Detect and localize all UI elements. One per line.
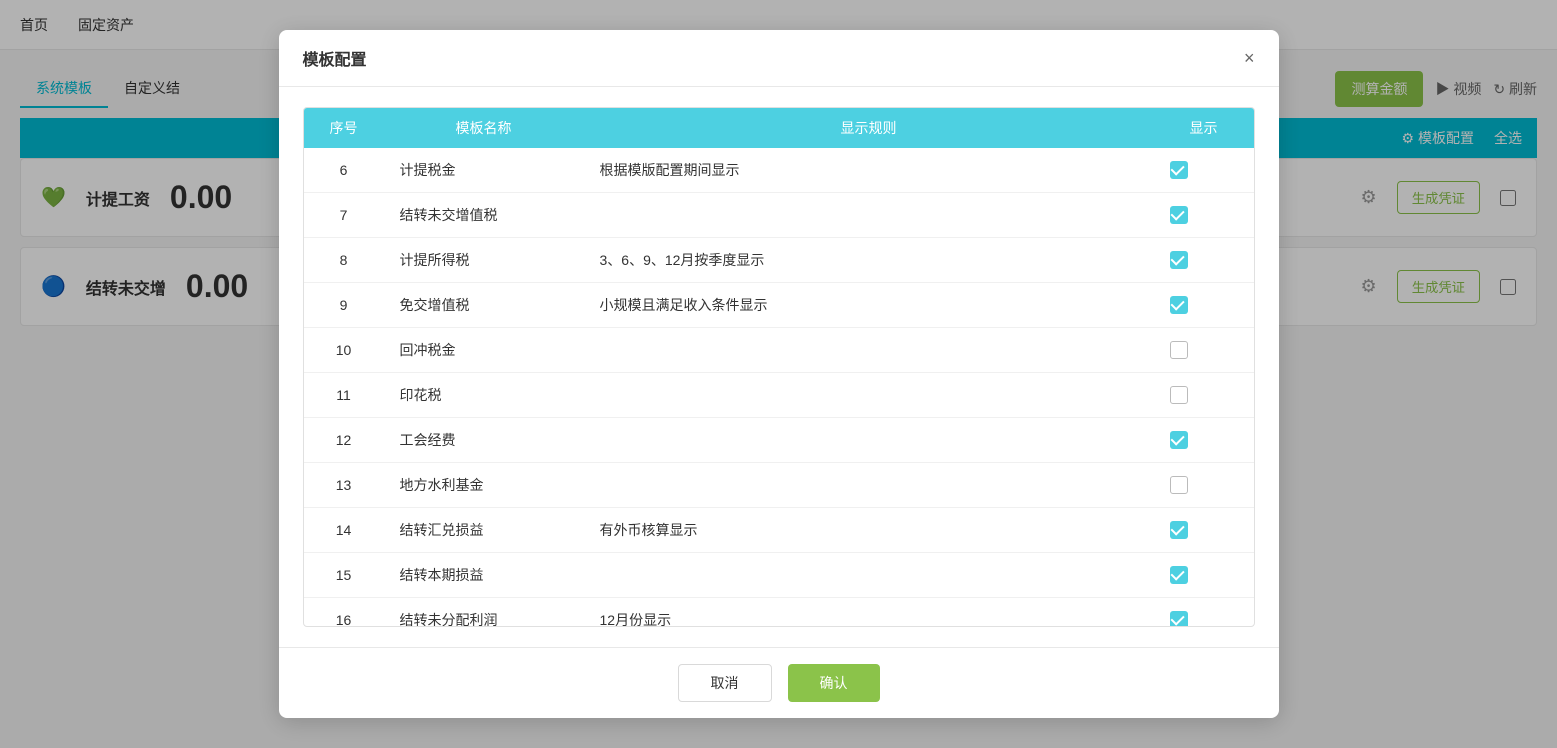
- cell-seq-8: 14: [304, 508, 384, 553]
- cell-seq-6: 12: [304, 418, 384, 463]
- table-row: 8计提所得税3、6、9、12月按季度显示: [304, 238, 1254, 283]
- cell-rule-10: 12月份显示: [584, 598, 1154, 628]
- close-icon[interactable]: ×: [1244, 49, 1255, 67]
- modal-body: 序号 模板名称 显示规则 显示 6计提税金根据模版配置期间显示7结转未交增值税8…: [279, 87, 1279, 647]
- checkbox-10[interactable]: [1170, 611, 1188, 627]
- checkbox-4[interactable]: [1170, 341, 1188, 359]
- cell-name-1: 结转未交增值税: [384, 193, 584, 238]
- table-row: 9免交增值税小规模且满足收入条件显示: [304, 283, 1254, 328]
- cell-name-7: 地方水利基金: [384, 463, 584, 508]
- th-rule: 显示规则: [584, 108, 1154, 148]
- cell-rule-8: 有外币核算显示: [584, 508, 1154, 553]
- checkbox-1[interactable]: [1170, 206, 1188, 224]
- cell-show-4[interactable]: [1154, 328, 1254, 373]
- cell-rule-2: 3、6、9、12月按季度显示: [584, 238, 1154, 283]
- cell-seq-7: 13: [304, 463, 384, 508]
- cell-show-5[interactable]: [1154, 373, 1254, 418]
- cell-show-0[interactable]: [1154, 148, 1254, 193]
- checkbox-8[interactable]: [1170, 521, 1188, 539]
- table-container[interactable]: 序号 模板名称 显示规则 显示 6计提税金根据模版配置期间显示7结转未交增值税8…: [303, 107, 1255, 627]
- table-row: 16结转未分配利润12月份显示: [304, 598, 1254, 628]
- cell-show-7[interactable]: [1154, 463, 1254, 508]
- cell-rule-9: [584, 553, 1154, 598]
- th-show: 显示: [1154, 108, 1254, 148]
- cell-seq-3: 9: [304, 283, 384, 328]
- table-row: 10回冲税金: [304, 328, 1254, 373]
- cell-name-9: 结转本期损益: [384, 553, 584, 598]
- cell-name-4: 回冲税金: [384, 328, 584, 373]
- table-row: 15结转本期损益: [304, 553, 1254, 598]
- checkbox-9[interactable]: [1170, 566, 1188, 584]
- checkbox-0[interactable]: [1170, 161, 1188, 179]
- cell-show-2[interactable]: [1154, 238, 1254, 283]
- table-row: 7结转未交增值税: [304, 193, 1254, 238]
- cell-show-9[interactable]: [1154, 553, 1254, 598]
- modal-header: 模板配置 ×: [279, 30, 1279, 87]
- cell-seq-9: 15: [304, 553, 384, 598]
- cell-seq-1: 7: [304, 193, 384, 238]
- cell-rule-3: 小规模且满足收入条件显示: [584, 283, 1154, 328]
- checkbox-3[interactable]: [1170, 296, 1188, 314]
- cell-name-0: 计提税金: [384, 148, 584, 193]
- cell-seq-4: 10: [304, 328, 384, 373]
- cell-name-10: 结转未分配利润: [384, 598, 584, 628]
- checkbox-5[interactable]: [1170, 386, 1188, 404]
- cell-rule-0: 根据模版配置期间显示: [584, 148, 1154, 193]
- cell-seq-0: 6: [304, 148, 384, 193]
- th-seq: 序号: [304, 108, 384, 148]
- cell-rule-1: [584, 193, 1154, 238]
- table-row: 13地方水利基金: [304, 463, 1254, 508]
- table-row: 14结转汇兑损益有外币核算显示: [304, 508, 1254, 553]
- checkbox-2[interactable]: [1170, 251, 1188, 269]
- cell-rule-6: [584, 418, 1154, 463]
- cell-seq-2: 8: [304, 238, 384, 283]
- cell-rule-7: [584, 463, 1154, 508]
- cell-show-8[interactable]: [1154, 508, 1254, 553]
- table-header-row: 序号 模板名称 显示规则 显示: [304, 108, 1254, 148]
- cell-seq-5: 11: [304, 373, 384, 418]
- cell-name-3: 免交增值税: [384, 283, 584, 328]
- modal-template-config: 模板配置 × 序号 模板名称 显示规则 显示 6计提税金根据模版配置期间显: [279, 30, 1279, 718]
- modal-overlay: 模板配置 × 序号 模板名称 显示规则 显示 6计提税金根据模版配置期间显: [0, 0, 1557, 748]
- checkbox-6[interactable]: [1170, 431, 1188, 449]
- cell-show-6[interactable]: [1154, 418, 1254, 463]
- table-row: 6计提税金根据模版配置期间显示: [304, 148, 1254, 193]
- checkbox-7[interactable]: [1170, 476, 1188, 494]
- cell-name-6: 工会经费: [384, 418, 584, 463]
- cell-name-2: 计提所得税: [384, 238, 584, 283]
- table-row: 11印花税: [304, 373, 1254, 418]
- th-name: 模板名称: [384, 108, 584, 148]
- cell-show-10[interactable]: [1154, 598, 1254, 628]
- cell-show-3[interactable]: [1154, 283, 1254, 328]
- confirm-button[interactable]: 确认: [788, 664, 880, 702]
- cell-name-8: 结转汇兑损益: [384, 508, 584, 553]
- cell-show-1[interactable]: [1154, 193, 1254, 238]
- cell-rule-5: [584, 373, 1154, 418]
- modal-footer: 取消 确认: [279, 647, 1279, 718]
- modal-title: 模板配置: [303, 46, 367, 70]
- cell-name-5: 印花税: [384, 373, 584, 418]
- config-table: 序号 模板名称 显示规则 显示 6计提税金根据模版配置期间显示7结转未交增值税8…: [304, 108, 1254, 627]
- cell-rule-4: [584, 328, 1154, 373]
- cell-seq-10: 16: [304, 598, 384, 628]
- table-row: 12工会经费: [304, 418, 1254, 463]
- cancel-button[interactable]: 取消: [678, 664, 772, 702]
